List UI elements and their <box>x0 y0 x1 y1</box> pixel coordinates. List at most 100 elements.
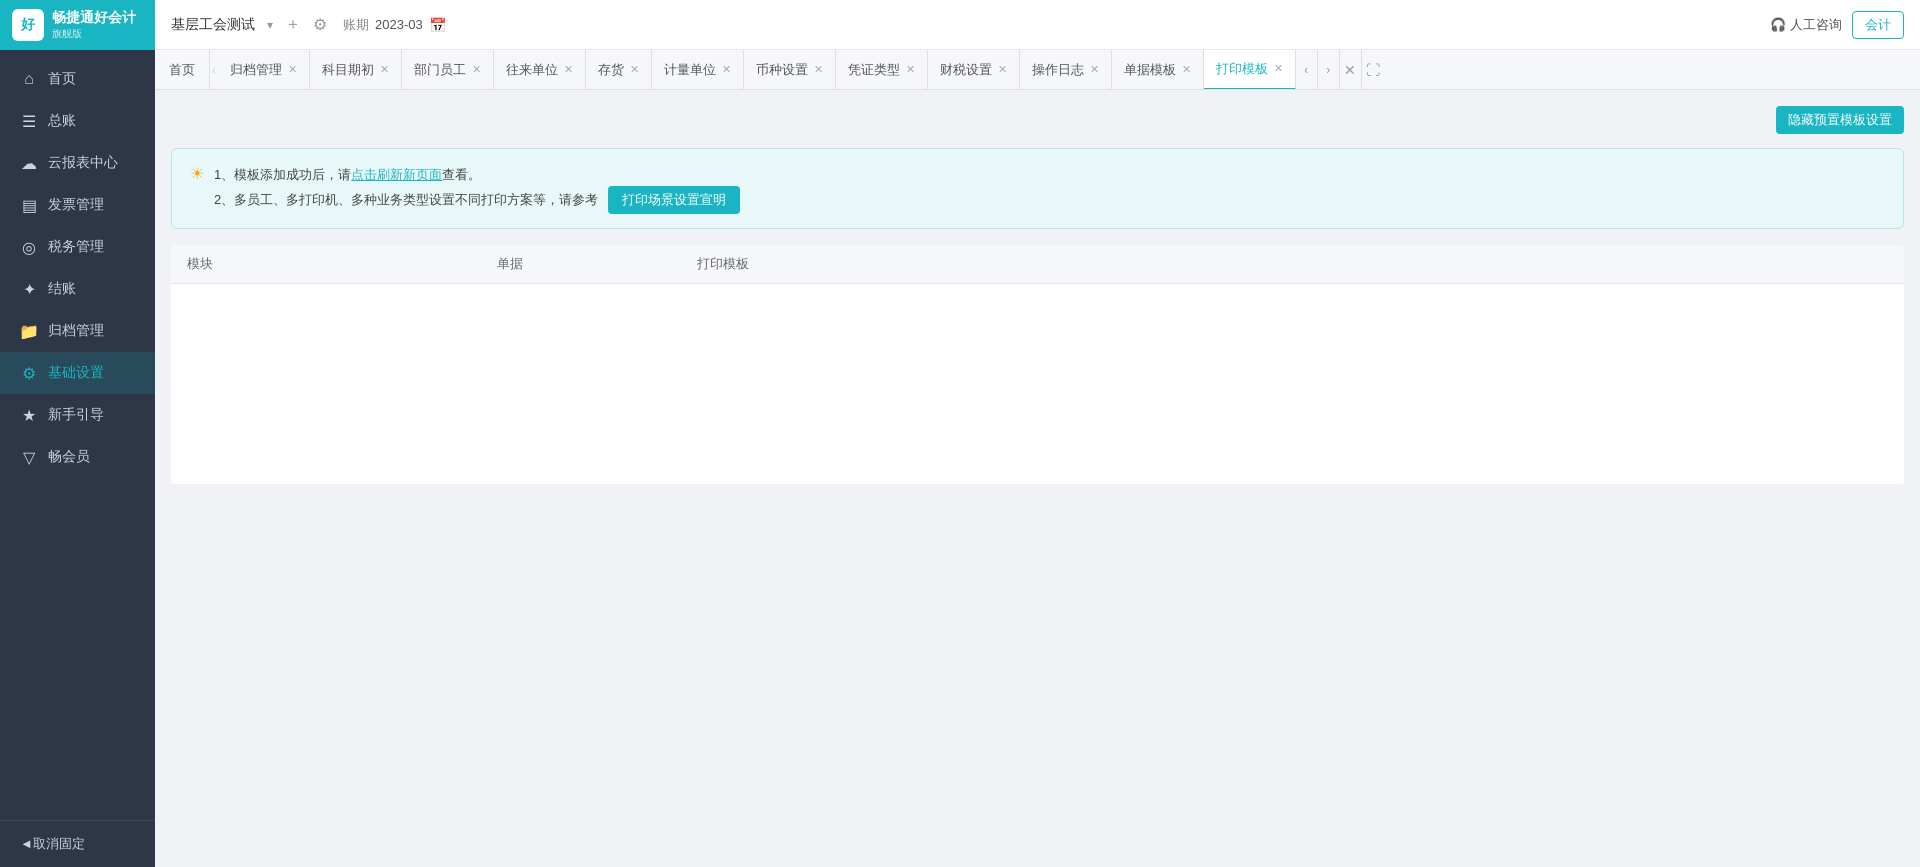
notice-refresh-link[interactable]: 点击刷新新页面 <box>351 167 442 182</box>
headset-icon: 🎧 <box>1770 17 1786 32</box>
logo-sub: 旗舰版 <box>52 27 136 41</box>
sidebar-unpin[interactable]: ◄取消固定 <box>0 820 155 867</box>
notice-content: 1、模板添加成功后，请点击刷新新页面查看。 2、多员工、多打印机、多种业务类型设… <box>214 163 1885 214</box>
tab-next-btn[interactable]: › <box>1318 50 1340 90</box>
invoice-icon: ▤ <box>20 196 38 214</box>
tab-partners-close[interactable]: ✕ <box>564 63 573 76</box>
sidebar-item-archive[interactable]: 📁 归档管理 <box>0 310 155 352</box>
tab-voucher-types-close[interactable]: ✕ <box>906 63 915 76</box>
tab-receipt-template-close[interactable]: ✕ <box>1182 63 1191 76</box>
settings-gear-icon[interactable]: ⚙ <box>313 15 327 34</box>
tab-print-template-label: 打印模板 <box>1216 60 1268 78</box>
home-icon: ⌂ <box>20 70 38 88</box>
sidebar-item-label-invoice: 发票管理 <box>48 196 104 214</box>
tab-currency-close[interactable]: ✕ <box>814 63 823 76</box>
tax-icon: ◎ <box>20 238 38 256</box>
sidebar-item-label-settlement: 结账 <box>48 280 76 298</box>
tab-receipt-template[interactable]: 单据模板 ✕ <box>1112 50 1204 90</box>
content-area: 隐藏预置模板设置 ☀ 1、模板添加成功后，请点击刷新新页面查看。 2、多员工、多… <box>155 90 1920 867</box>
member-icon: ▽ <box>20 448 38 466</box>
print-template-table: 模块 单据 打印模板 <box>171 245 1904 484</box>
sidebar-item-label-guide: 新手引导 <box>48 406 104 424</box>
sidebar-item-label-member: 畅会员 <box>48 448 90 466</box>
tab-operation-log-close[interactable]: ✕ <box>1090 63 1099 76</box>
tab-units[interactable]: 计量单位 ✕ <box>652 50 744 90</box>
sidebar-item-tax[interactable]: ◎ 税务管理 <box>0 226 155 268</box>
notice-bulb-icon: ☀ <box>190 164 204 183</box>
top-actions: 隐藏预置模板设置 <box>171 106 1904 142</box>
sidebar-item-member[interactable]: ▽ 畅会员 <box>0 436 155 478</box>
tab-home[interactable]: 首页 <box>155 50 210 90</box>
tab-operation-log-label: 操作日志 <box>1032 61 1084 79</box>
archive-icon: 📁 <box>20 322 38 340</box>
service-label: 人工咨询 <box>1790 16 1842 34</box>
tab-tax-settings-label: 财税设置 <box>940 61 992 79</box>
table-col-module: 模块 <box>171 255 481 273</box>
tabbar: 首页 ‹ 归档管理 ✕ 科目期初 ✕ 部门员工 ✕ 往来单位 ✕ 存货 ✕ 计量… <box>155 50 1920 90</box>
sidebar-item-label-home: 首页 <box>48 70 76 88</box>
tab-staff-label: 部门员工 <box>414 61 466 79</box>
kuaiji-label: 会计 <box>1865 17 1891 32</box>
tab-tax-settings-close[interactable]: ✕ <box>998 63 1007 76</box>
tab-voucher-types[interactable]: 凭证类型 ✕ <box>836 50 928 90</box>
tab-subjects-label: 科目期初 <box>322 61 374 79</box>
tab-units-close[interactable]: ✕ <box>722 63 731 76</box>
tab-home-label: 首页 <box>169 61 195 79</box>
sidebar-item-settlement[interactable]: ✦ 结账 <box>0 268 155 310</box>
tab-archive-close[interactable]: ✕ <box>288 63 297 76</box>
tab-archive[interactable]: 归档管理 ✕ <box>218 50 310 90</box>
notice-line1-prefix: 1、模板添加成功后，请 <box>214 167 351 182</box>
tab-subjects-close[interactable]: ✕ <box>380 63 389 76</box>
tab-close-all-btn[interactable]: ✕ <box>1340 50 1362 90</box>
tab-inventory[interactable]: 存货 ✕ <box>586 50 652 90</box>
settings-icon: ⚙ <box>20 364 38 382</box>
tab-currency-label: 币种设置 <box>756 61 808 79</box>
notice-line2-prefix: 2、多员工、多打印机、多种业务类型设置不同打印方案等，请参考 <box>214 192 598 207</box>
service-button[interactable]: 🎧 人工咨询 <box>1770 16 1842 34</box>
kuaiji-button[interactable]: 会计 <box>1852 11 1904 39</box>
tab-print-template[interactable]: 打印模板 ✕ <box>1204 50 1296 90</box>
sidebar-item-label-reports: 云报表中心 <box>48 154 118 172</box>
sidebar-item-invoice[interactable]: ▤ 发票管理 <box>0 184 155 226</box>
company-dropdown-icon[interactable]: ▾ <box>267 18 273 32</box>
notice-row: ☀ 1、模板添加成功后，请点击刷新新页面查看。 2、多员工、多打印机、多种业务类… <box>190 163 1885 214</box>
topbar: 基层工会测试 ▾ ＋ ⚙ 账期 2023-03 📅 🎧 人工咨询 会计 <box>155 0 1920 50</box>
settlement-icon: ✦ <box>20 280 38 298</box>
tab-currency[interactable]: 币种设置 ✕ <box>744 50 836 90</box>
tab-partners[interactable]: 往来单位 ✕ <box>494 50 586 90</box>
logo-icon: 好 <box>12 9 44 41</box>
tab-subjects[interactable]: 科目期初 ✕ <box>310 50 402 90</box>
table-body <box>171 284 1904 484</box>
logo-text: 畅捷通好会计 旗舰版 <box>52 9 136 41</box>
tab-partners-label: 往来单位 <box>506 61 558 79</box>
add-tab-icon[interactable]: ＋ <box>285 14 301 35</box>
table-col-template: 打印模板 <box>681 255 1904 273</box>
tab-inventory-label: 存货 <box>598 61 624 79</box>
tab-tax-settings[interactable]: 财税设置 ✕ <box>928 50 1020 90</box>
tab-separator: ‹ <box>210 64 218 76</box>
sidebar-item-reports[interactable]: ☁ 云报表中心 <box>0 142 155 184</box>
topbar-right: 🎧 人工咨询 会计 <box>1770 11 1904 39</box>
tab-receipt-template-label: 单据模板 <box>1124 61 1176 79</box>
guide-icon: ★ <box>20 406 38 424</box>
tab-voucher-types-label: 凭证类型 <box>848 61 900 79</box>
calendar-icon[interactable]: 📅 <box>429 17 446 33</box>
tab-print-template-close[interactable]: ✕ <box>1274 62 1283 75</box>
sidebar-item-label-tax: 税务管理 <box>48 238 104 256</box>
period-label: 账期 <box>343 16 369 34</box>
print-scene-btn[interactable]: 打印场景设置宣明 <box>608 186 740 214</box>
cloud-icon: ☁ <box>20 154 38 172</box>
tab-expand-btn[interactable]: ⛶ <box>1362 50 1384 90</box>
tab-prev-btn[interactable]: ‹ <box>1296 50 1318 90</box>
tab-operation-log[interactable]: 操作日志 ✕ <box>1020 50 1112 90</box>
sidebar-item-ledger[interactable]: ☰ 总账 <box>0 100 155 142</box>
tab-inventory-close[interactable]: ✕ <box>630 63 639 76</box>
sidebar-item-settings[interactable]: ⚙ 基础设置 <box>0 352 155 394</box>
hide-preview-button[interactable]: 隐藏预置模板设置 <box>1776 106 1904 134</box>
sidebar-item-guide[interactable]: ★ 新手引导 <box>0 394 155 436</box>
sidebar-item-home[interactable]: ⌂ 首页 <box>0 58 155 100</box>
logo-title: 畅捷通好会计 <box>52 9 136 27</box>
tab-staff-close[interactable]: ✕ <box>472 63 481 76</box>
table-col-receipt: 单据 <box>481 255 681 273</box>
tab-staff[interactable]: 部门员工 ✕ <box>402 50 494 90</box>
